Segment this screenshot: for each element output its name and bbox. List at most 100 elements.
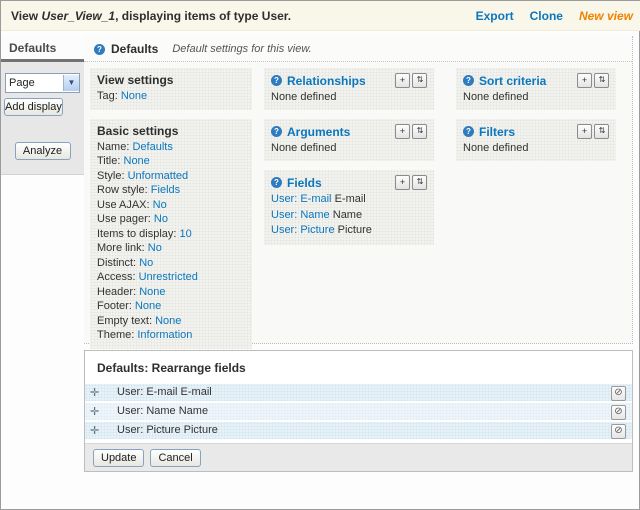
drag-handle-icon[interactable]: ✛: [90, 404, 99, 421]
filters-box: ? Filters + ⇅ None defined: [456, 119, 616, 161]
setting-value-link[interactable]: None: [121, 90, 147, 102]
fields-box: ? Fields + ⇅ User: E-mail E-mail User: Na…: [264, 170, 434, 245]
field-link[interactable]: User: E-mail: [271, 193, 332, 205]
setting-value-link[interactable]: No: [139, 257, 153, 269]
setting-value-link[interactable]: Information: [137, 329, 192, 341]
display-settings-title: Defaults: [111, 42, 159, 56]
display-type-select[interactable]: Page ▼: [5, 73, 80, 93]
fields-link[interactable]: Fields: [287, 176, 322, 190]
setting-label: Row style:: [97, 184, 151, 196]
setting-line: Empty text: None: [97, 314, 245, 329]
clone-link[interactable]: Clone: [530, 9, 563, 23]
field-link[interactable]: User: Picture: [271, 224, 335, 236]
page-title: View User_View_1, displaying items of ty…: [11, 8, 292, 23]
arguments-empty: None defined: [271, 142, 337, 154]
basic-settings-list: Name: Defaults Title: None Style: Unformat…: [97, 140, 245, 343]
setting-label: Title:: [97, 155, 124, 167]
view-title-bar: View User_View_1, displaying items of ty…: [1, 1, 640, 31]
relationships-link[interactable]: Relationships: [287, 74, 366, 88]
rearrange-icon[interactable]: ⇅: [412, 175, 427, 190]
rearrange-title: Defaults: Rearrange fields: [97, 361, 246, 375]
chevron-down-icon[interactable]: ▼: [63, 75, 79, 91]
help-icon[interactable]: ?: [271, 126, 282, 137]
remove-icon[interactable]: ⊘: [611, 405, 626, 420]
setting-value-link[interactable]: Defaults: [132, 141, 172, 153]
help-icon[interactable]: ?: [94, 43, 105, 55]
rearrange-row: ✛ User: Picture Picture ⊘: [85, 422, 632, 439]
rearrange-row-label: User: Name Name: [117, 405, 209, 417]
form-actions: Update Cancel: [85, 443, 632, 471]
view-name: User_View_1: [41, 8, 116, 23]
add-icon[interactable]: +: [577, 73, 592, 88]
settings-column-1: View settings Tag: None Basic settings N…: [90, 68, 252, 358]
setting-value-link[interactable]: Fields: [151, 184, 180, 196]
setting-value-link[interactable]: No: [148, 242, 162, 254]
rearrange-icon[interactable]: ⇅: [412, 73, 427, 88]
setting-label: Footer:: [97, 300, 135, 312]
help-icon[interactable]: ?: [271, 177, 282, 188]
field-link[interactable]: User: Name: [271, 209, 330, 221]
field-line: User: Name Name: [271, 208, 427, 224]
help-icon[interactable]: ?: [463, 75, 474, 86]
rearrange-row-label: User: E-mail E-mail: [117, 386, 212, 398]
settings-column-2: ? Relationships + ⇅ None defined ? Argum…: [264, 68, 434, 254]
display-type-value: Page: [9, 77, 35, 89]
arguments-link[interactable]: Arguments: [287, 125, 350, 139]
help-icon[interactable]: ?: [463, 126, 474, 137]
setting-value-link[interactable]: 10: [180, 228, 192, 240]
drag-handle-icon[interactable]: ✛: [90, 385, 99, 402]
setting-value-link[interactable]: Unrestricted: [139, 271, 198, 283]
add-icon[interactable]: +: [395, 73, 410, 88]
basic-settings-title: Basic settings: [97, 123, 179, 138]
tab-defaults[interactable]: Defaults: [1, 37, 84, 59]
remove-icon[interactable]: ⊘: [611, 386, 626, 401]
setting-value-link[interactable]: Unformatted: [128, 170, 189, 182]
field-description: E-mail: [331, 193, 366, 205]
setting-label: Items to display:: [97, 227, 180, 240]
add-icon[interactable]: +: [395, 124, 410, 139]
setting-value-link[interactable]: No: [154, 213, 168, 225]
setting-value-link[interactable]: No: [153, 199, 167, 211]
add-icon[interactable]: +: [577, 124, 592, 139]
setting-value-link[interactable]: None: [155, 315, 181, 327]
sort-criteria-empty: None defined: [463, 91, 529, 103]
sort-criteria-box: ? Sort criteria + ⇅ None defined: [456, 68, 616, 110]
update-button[interactable]: Update: [93, 448, 145, 467]
setting-label: More link:: [97, 242, 148, 254]
setting-value-link[interactable]: None: [135, 300, 161, 312]
setting-value-link[interactable]: None: [124, 155, 150, 167]
rearrange-icon[interactable]: ⇅: [412, 124, 427, 139]
setting-value-link[interactable]: None: [139, 286, 165, 298]
view-action-links: Export Clone New view: [476, 9, 633, 23]
fields-list: User: E-mail E-mail User: Name Name User: …: [271, 192, 427, 239]
relationships-box: ? Relationships + ⇅ None defined: [264, 68, 434, 110]
views-ui-page: { "page": { "title_prefix": "View ", "ti…: [0, 0, 640, 510]
setting-line: Tag: None: [97, 89, 245, 104]
help-icon[interactable]: ?: [271, 75, 282, 86]
settings-columns: View settings Tag: None Basic settings N…: [84, 62, 632, 358]
drag-handle-icon[interactable]: ✛: [90, 423, 99, 440]
cancel-button[interactable]: Cancel: [150, 448, 201, 467]
analyze-button[interactable]: Analyze: [14, 142, 71, 160]
display-settings-panel: ? Defaults Default settings for this vie…: [84, 36, 633, 349]
setting-line: Header: None: [97, 285, 245, 300]
add-display-button[interactable]: Add display: [4, 98, 63, 116]
setting-line: Access: Unrestricted: [97, 270, 245, 285]
sort-criteria-link[interactable]: Sort criteria: [479, 74, 546, 88]
new-view-link[interactable]: New view: [579, 9, 633, 23]
setting-line: Title: None: [97, 154, 245, 169]
settings-column-3: ? Sort criteria + ⇅ None defined ? Filte…: [456, 68, 616, 170]
setting-line: Use AJAX: No: [97, 198, 245, 213]
setting-line: Items to display: 10: [97, 227, 245, 242]
export-link[interactable]: Export: [476, 9, 514, 23]
rearrange-row: ✛ User: Name Name ⊘: [85, 403, 632, 420]
setting-line: Distinct: No: [97, 256, 245, 271]
add-icon[interactable]: +: [395, 175, 410, 190]
setting-label: Use AJAX:: [97, 198, 153, 211]
rearrange-icon[interactable]: ⇅: [594, 73, 609, 88]
filters-link[interactable]: Filters: [479, 125, 515, 139]
arguments-box: ? Arguments + ⇅ None defined: [264, 119, 434, 161]
setting-line: Name: Defaults: [97, 140, 245, 155]
remove-icon[interactable]: ⊘: [611, 424, 626, 439]
rearrange-icon[interactable]: ⇅: [594, 124, 609, 139]
